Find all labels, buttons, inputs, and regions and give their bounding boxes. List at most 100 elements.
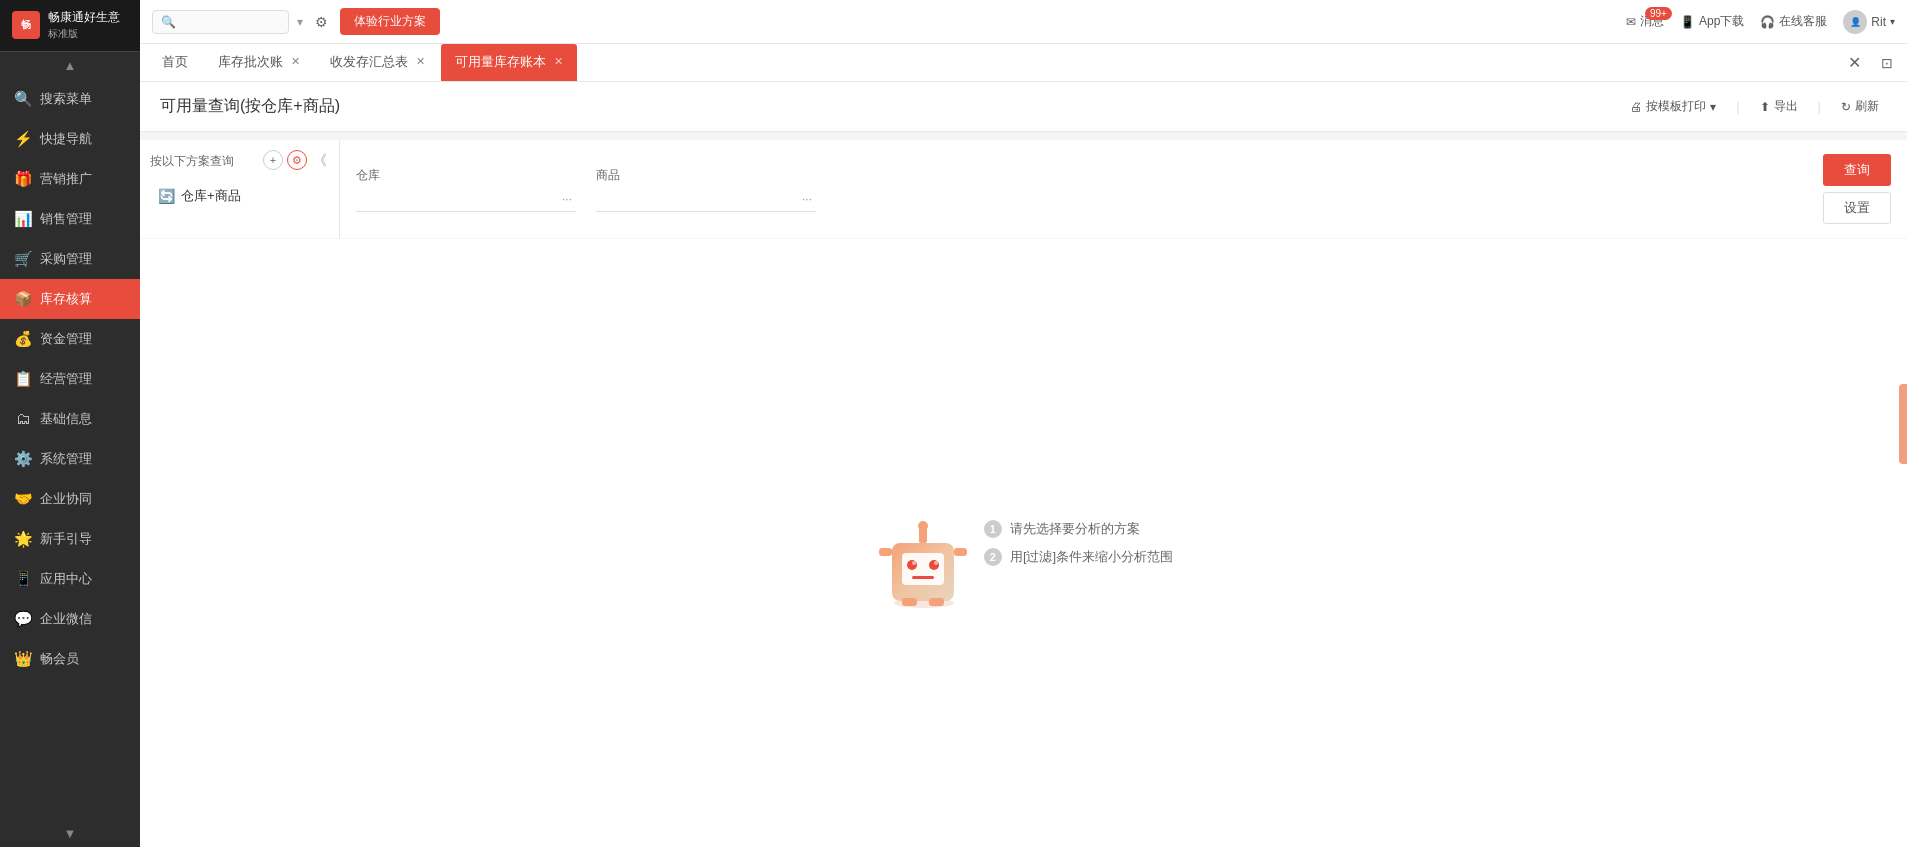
svg-point-4	[929, 560, 939, 570]
user-chevron-icon: ▾	[1890, 16, 1895, 27]
svg-rect-11	[954, 548, 967, 556]
sidebar-item-system[interactable]: ⚙️ 系统管理	[0, 439, 140, 479]
system-icon: ⚙️	[14, 450, 32, 468]
page-title: 可用量查询(按仓库+商品)	[160, 96, 340, 117]
sidebar-item-search[interactable]: 🔍 搜索菜单	[0, 79, 140, 119]
svg-point-6	[934, 561, 938, 565]
sidebar-item-corp[interactable]: 🤝 企业协同	[0, 479, 140, 519]
goods-input[interactable]	[604, 192, 798, 207]
topbar-chevron[interactable]: ▾	[297, 15, 303, 29]
sidebar-scroll-down[interactable]: ▼	[0, 820, 140, 847]
tip-item-2: 2 用[过滤]条件来缩小分析范围	[984, 548, 1173, 566]
topbar-search-box[interactable]: 🔍	[152, 10, 289, 34]
sidebar-item-finance[interactable]: 💰 资金管理	[0, 319, 140, 359]
tab-recv-summary-close[interactable]: ✕	[416, 55, 425, 68]
corp-icon: 🤝	[14, 490, 32, 508]
topbar-right: ✉ 消息 99+ 📱 App下载 🎧 在线客服 👤 Rit ▾	[1626, 10, 1895, 34]
sidebar-item-sales[interactable]: 📊 销售管理	[0, 199, 140, 239]
sidebar-item-purchase[interactable]: 🛒 采购管理	[0, 239, 140, 279]
tab-home[interactable]: 首页	[148, 44, 202, 81]
guide-icon: 🌟	[14, 530, 32, 548]
member-icon: 👑	[14, 650, 32, 668]
filter-scheme-panel: 按以下方案查询 + ⚙ 《 🔄 仓库+商品	[140, 140, 340, 238]
svg-rect-2	[902, 553, 944, 585]
print-chevron-icon: ▾	[1710, 100, 1716, 114]
sidebar-item-inventory[interactable]: 📦 库存核算	[0, 279, 140, 319]
svg-rect-13	[929, 598, 944, 606]
warehouse-label: 仓库	[356, 167, 576, 184]
collapse-scheme-button[interactable]: 《	[311, 150, 329, 172]
warehouse-field: 仓库 ···	[356, 167, 576, 212]
app-download-button[interactable]: 📱 App下载	[1680, 13, 1744, 30]
empty-illustration	[874, 498, 964, 588]
warehouse-action[interactable]: ···	[562, 192, 572, 206]
online-service-button[interactable]: 🎧 在线客服	[1760, 13, 1827, 30]
message-icon: ✉	[1626, 15, 1636, 29]
sales-icon: 📊	[14, 210, 32, 228]
refresh-icon: ↻	[1841, 100, 1851, 114]
goods-action[interactable]: ···	[802, 192, 812, 206]
tabbar-actions: ✕ ⊡	[1842, 51, 1899, 74]
sidebar-item-operation[interactable]: 📋 经营管理	[0, 359, 140, 399]
settings-button[interactable]: 设置	[1823, 192, 1891, 224]
goods-label: 商品	[596, 167, 816, 184]
operation-icon: 📋	[14, 370, 32, 388]
sidebar-item-apps[interactable]: 📱 应用中心	[0, 559, 140, 599]
apps-icon: 📱	[14, 570, 32, 588]
sidebar-scroll-up[interactable]: ▲	[0, 52, 140, 79]
sidebar-item-member[interactable]: 👑 畅会员	[0, 639, 140, 679]
page-actions: 🖨 按模板打印 ▾ | ⬆ 导出 | ↻ 刷新	[1622, 94, 1887, 119]
sidebar-item-wechat[interactable]: 💬 企业微信	[0, 599, 140, 639]
sidebar-header: 畅 畅康通好生意 标准版	[0, 0, 140, 52]
industry-solution-button[interactable]: 体验行业方案	[340, 8, 440, 35]
username: Rit	[1871, 15, 1886, 29]
divider2: |	[1818, 99, 1821, 114]
sidebar-item-shortcut[interactable]: ⚡ 快捷导航	[0, 119, 140, 159]
search-icon: 🔍	[14, 90, 32, 108]
export-button[interactable]: ⬆ 导出	[1752, 94, 1806, 119]
message-button[interactable]: ✉ 消息 99+	[1626, 13, 1664, 30]
add-scheme-button[interactable]: +	[263, 150, 283, 170]
robot-svg	[874, 498, 974, 608]
topbar-search-input[interactable]	[180, 15, 280, 29]
user-initials: 👤	[1850, 17, 1861, 27]
svg-point-3	[907, 560, 917, 570]
tab-recv-summary[interactable]: 收发存汇总表 ✕	[316, 44, 439, 81]
marketing-icon: 🎁	[14, 170, 32, 188]
refresh-button[interactable]: ↻ 刷新	[1833, 94, 1887, 119]
warehouse-input[interactable]	[364, 192, 558, 207]
tab-available-stock[interactable]: 可用量库存账本 ✕	[441, 44, 577, 81]
settings-scheme-button[interactable]: ⚙	[287, 150, 307, 170]
avatar: 👤	[1843, 10, 1867, 34]
tab-batch-account[interactable]: 库存批次账 ✕	[204, 44, 314, 81]
sidebar-item-basic[interactable]: 🗂 基础信息	[0, 399, 140, 439]
sidebar-item-guide[interactable]: 🌟 新手引导	[0, 519, 140, 559]
svg-rect-10	[879, 548, 892, 556]
sidebar-item-marketing[interactable]: 🎁 营销推广	[0, 159, 140, 199]
svg-rect-7	[912, 576, 934, 579]
scheme-item-warehouse-goods[interactable]: 🔄 仓库+商品	[150, 180, 329, 212]
tip-num-1: 1	[984, 520, 1002, 538]
svg-rect-12	[902, 598, 917, 606]
tab-available-stock-close[interactable]: ✕	[554, 55, 563, 68]
divider: |	[1736, 99, 1739, 114]
tab-batch-account-close[interactable]: ✕	[291, 55, 300, 68]
service-icon: 🎧	[1760, 15, 1775, 29]
wechat-icon: 💬	[14, 610, 32, 628]
query-button[interactable]: 查询	[1823, 154, 1891, 186]
print-button[interactable]: 🖨 按模板打印 ▾	[1622, 94, 1724, 119]
tip-text-2: 用[过滤]条件来缩小分析范围	[1010, 548, 1173, 566]
page-header: 可用量查询(按仓库+商品) 🖨 按模板打印 ▾ | ⬆ 导出 | ↻ 刷新	[140, 82, 1907, 132]
tab-close-all-button[interactable]: ✕	[1842, 51, 1867, 74]
tab-home-label: 首页	[162, 53, 188, 71]
right-scrollbar[interactable]	[1899, 384, 1907, 464]
tab-expand-button[interactable]: ⊡	[1875, 53, 1899, 73]
user-menu[interactable]: 👤 Rit ▾	[1843, 10, 1895, 34]
empty-tips: 1 请先选择要分析的方案 2 用[过滤]条件来缩小分析范围	[984, 520, 1173, 566]
goods-input-wrapper[interactable]: ···	[596, 188, 816, 212]
gear-icon[interactable]: ⚙	[311, 10, 332, 34]
export-icon: ⬆	[1760, 100, 1770, 114]
warehouse-input-wrapper[interactable]: ···	[356, 188, 576, 212]
tab-available-stock-label: 可用量库存账本	[455, 53, 546, 71]
filter-area: 按以下方案查询 + ⚙ 《 🔄 仓库+商品 仓库	[140, 140, 1907, 238]
